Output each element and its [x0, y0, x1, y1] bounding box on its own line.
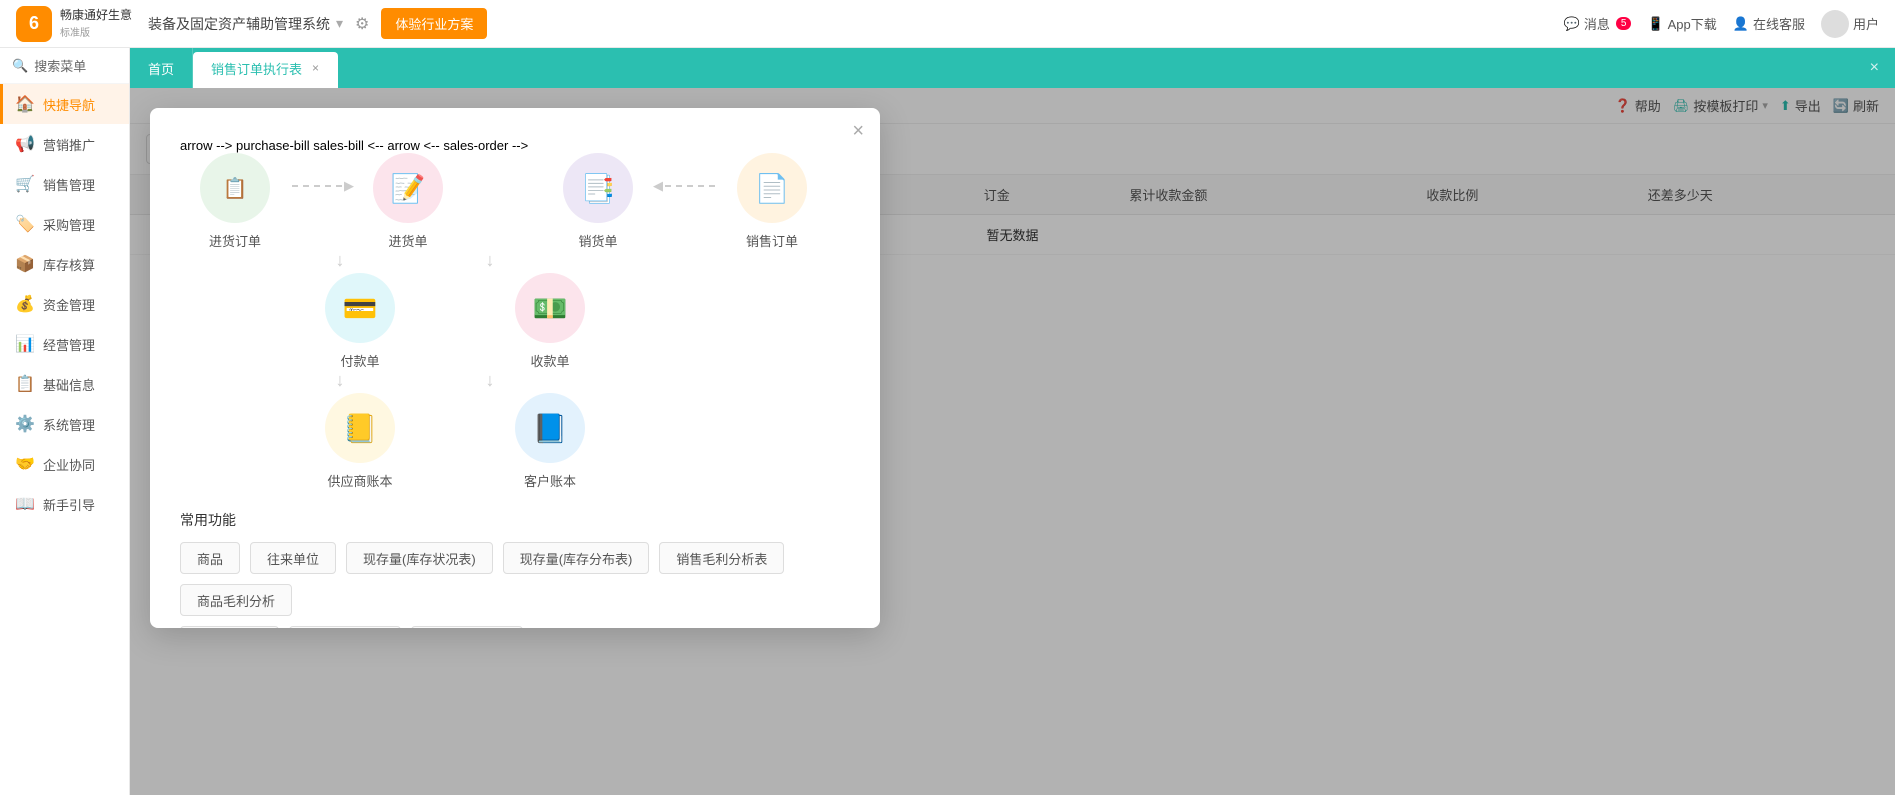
- purchase-icon: 🏷️: [15, 214, 35, 234]
- purchase-order-icon: 📋: [200, 153, 270, 223]
- func-buttons-row2: 销售排行榜 收款情况统计 付款情况统计: [180, 626, 850, 628]
- content-area: 首页 销售订单执行表 × × ❓ 帮助: [130, 48, 1895, 795]
- search-icon: 🔍: [12, 58, 28, 74]
- settings-icon[interactable]: ⚙: [355, 14, 369, 34]
- func-btn-partner[interactable]: 往来单位: [250, 542, 336, 574]
- tab-close-all-button[interactable]: ×: [1854, 48, 1895, 88]
- message-badge: 5: [1616, 17, 1632, 30]
- top-right-area: 💬 消息 5 📱 App下载 👤 在线客服 用户: [1564, 10, 1879, 38]
- flow-node-customer-ledger: 📘 客户账本: [515, 393, 585, 490]
- sidebar-item-sys-mgmt[interactable]: ⚙️ 系统管理: [0, 404, 129, 444]
- common-funcs-title: 常用功能: [180, 510, 850, 530]
- sidebar-item-basic-info[interactable]: 📋 基础信息: [0, 364, 129, 404]
- customer-service-button[interactable]: 👤 在线客服: [1733, 14, 1805, 33]
- sidebar-item-capital-mgmt[interactable]: 💰 资金管理: [0, 284, 129, 324]
- service-icon: 👤: [1733, 16, 1749, 32]
- message-button[interactable]: 💬 消息 5: [1564, 14, 1632, 33]
- sidebar-item-beginner-guide[interactable]: 📖 新手引导: [0, 484, 129, 524]
- sidebar-item-purchase-mgmt[interactable]: 🏷️ 采购管理: [0, 204, 129, 244]
- modal-overlay[interactable]: × arrow --> purchase-bill sales-bill <--…: [130, 88, 1895, 795]
- logo-text: 畅康通好生意 标准版: [60, 8, 132, 39]
- dropdown-icon[interactable]: ▾: [336, 15, 343, 32]
- marketing-icon: 📢: [15, 134, 35, 154]
- func-btn-stock-dist[interactable]: 现存量(库存分布表): [503, 542, 650, 574]
- logo-icon: 6: [16, 6, 52, 42]
- svg-text:📋: 📋: [223, 176, 248, 200]
- sys-icon: ⚙️: [15, 414, 35, 434]
- collab-icon: 🤝: [15, 454, 35, 474]
- app-download-button[interactable]: 📱 App下载: [1647, 14, 1716, 33]
- tab-close-icon[interactable]: ×: [312, 61, 319, 75]
- home-icon: 🏠: [15, 94, 35, 114]
- trial-button[interactable]: 体验行业方案: [381, 8, 487, 39]
- flow-node-sales-bill: 📑 销货单: [563, 153, 633, 250]
- sales-icon: 🛒: [15, 174, 35, 194]
- download-icon: 📱: [1647, 16, 1663, 32]
- tab-home[interactable]: 首页: [130, 48, 193, 88]
- flow-node-sales-order: 📄 销售订单: [737, 153, 807, 250]
- sidebar-item-enterprise-collab[interactable]: 🤝 企业协同: [0, 444, 129, 484]
- func-btn-payment-stats[interactable]: 付款情况统计: [411, 626, 523, 628]
- func-btn-sales-rank[interactable]: 销售排行榜: [180, 626, 279, 628]
- guide-icon: 📖: [15, 494, 35, 514]
- ops-icon: 📊: [15, 334, 35, 354]
- user-avatar-area[interactable]: 用户: [1821, 10, 1879, 38]
- func-btn-product-profit[interactable]: 商品毛利分析: [180, 584, 292, 616]
- flow-node-receipt-bill: 💵 收款单: [515, 273, 585, 370]
- func-btn-receipt-stats[interactable]: 收款情况统计: [289, 626, 401, 628]
- top-bar: 6 畅康通好生意 标准版 装备及固定资产辅助管理系统 ▾ ⚙ 体验行业方案 💬 …: [0, 0, 1895, 48]
- sidebar: 🔍 搜索菜单 🏠 快捷导航 📢 营销推广 🛒 销售管理 🏷️ 采购管理 📦: [0, 48, 130, 795]
- capital-icon: 💰: [15, 294, 35, 314]
- flow-node-supplier-ledger: 📒 供应商账本: [325, 393, 395, 490]
- func-btn-sales-profit[interactable]: 销售毛利分析表: [659, 542, 784, 574]
- modal-box: × arrow --> purchase-bill sales-bill <--…: [150, 108, 880, 628]
- flow-node-payment-bill: 💳 付款单: [325, 273, 395, 370]
- sidebar-item-sales-mgmt[interactable]: 🛒 销售管理: [0, 164, 129, 204]
- sidebar-item-ops-mgmt[interactable]: 📊 经营管理: [0, 324, 129, 364]
- sidebar-item-marketing[interactable]: 📢 营销推广: [0, 124, 129, 164]
- sidebar-item-quick-nav[interactable]: 🏠 快捷导航: [0, 84, 129, 124]
- func-btn-stock-status[interactable]: 现存量(库存状况表): [346, 542, 493, 574]
- avatar: [1821, 10, 1849, 38]
- func-btn-product[interactable]: 商品: [180, 542, 240, 574]
- common-funcs: 常用功能 商品 往来单位 现存量(库存状况表) 现存量(库存分布表) 销售毛利分…: [180, 510, 850, 628]
- message-icon: 💬: [1564, 16, 1580, 32]
- basic-icon: 📋: [15, 374, 35, 394]
- flow-node-purchase-order: 📋 进货订单: [200, 153, 270, 250]
- logo-area: 6 畅康通好生意 标准版: [16, 6, 136, 42]
- func-buttons-row1: 商品 往来单位 现存量(库存状况表) 现存量(库存分布表) 销售毛利分析表 商品…: [180, 542, 850, 616]
- tab-bar: 首页 销售订单执行表 × ×: [130, 48, 1895, 88]
- tab-sales-order-exec[interactable]: 销售订单执行表 ×: [193, 52, 338, 88]
- flow-node-purchase-bill: 📝 进货单: [373, 153, 443, 250]
- inventory-icon: 📦: [15, 254, 35, 274]
- content-body: ❓ 帮助 🖨 按模板打印 ▾ ⬆ 导出 🔄: [130, 88, 1895, 795]
- system-title: 装备及固定资产辅助管理系统 ▾: [148, 14, 343, 34]
- sidebar-search[interactable]: 🔍 搜索菜单: [0, 48, 129, 84]
- modal-close-button[interactable]: ×: [852, 120, 864, 143]
- sidebar-item-inventory[interactable]: 📦 库存核算: [0, 244, 129, 284]
